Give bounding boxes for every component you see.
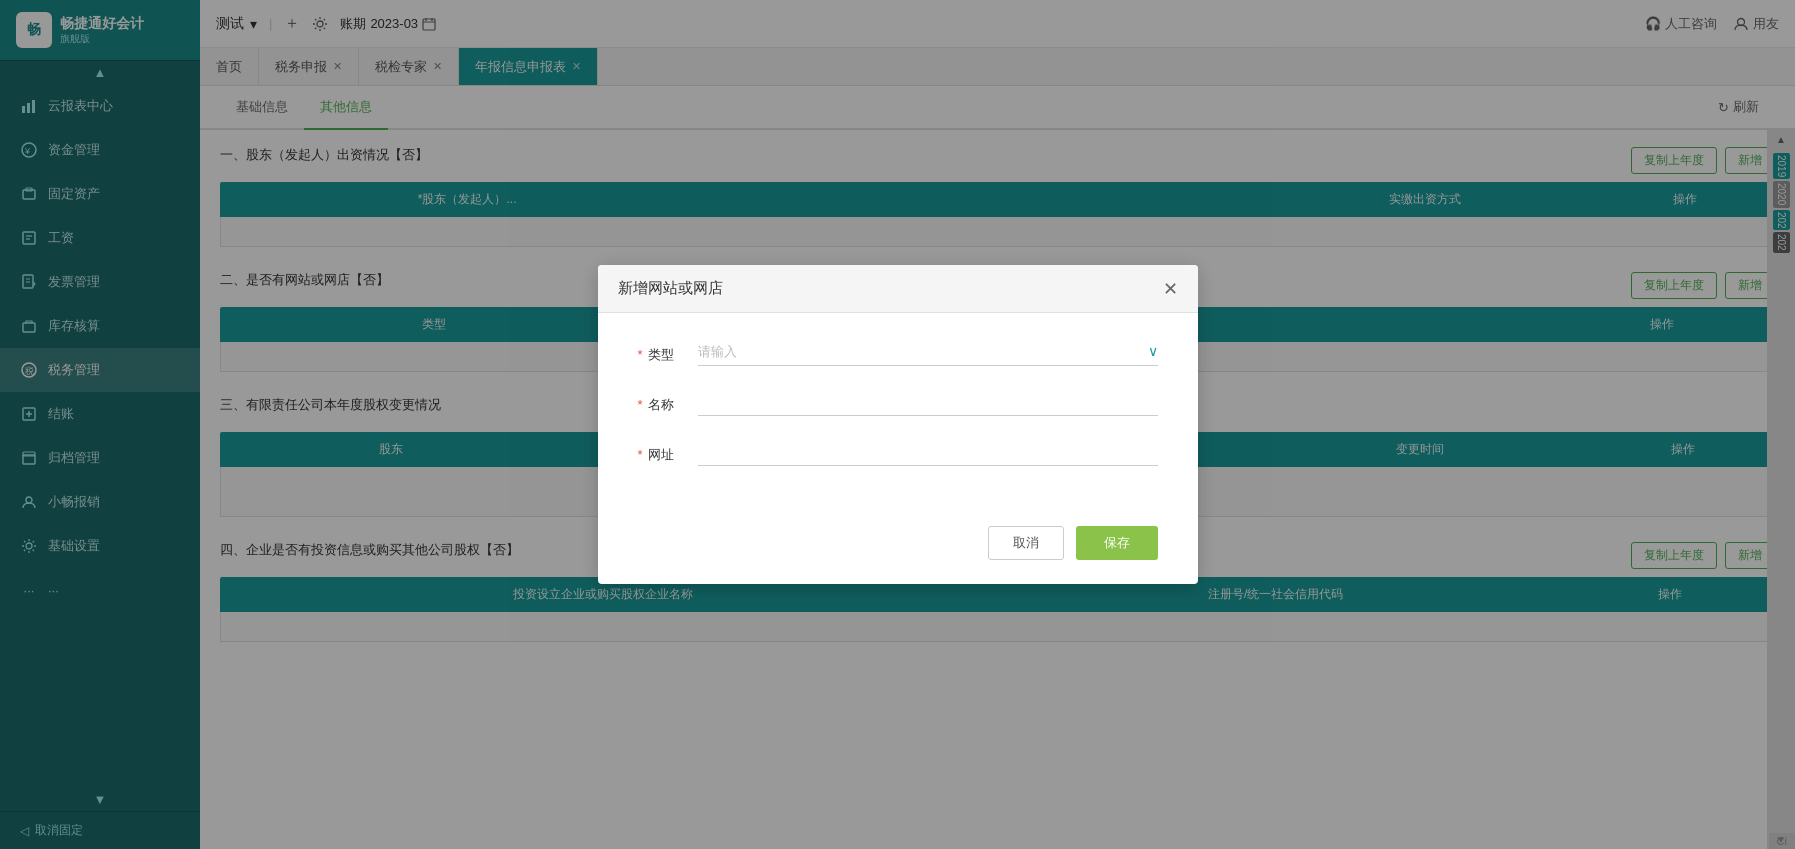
form-label-url: * 网址	[638, 446, 698, 464]
cancel-button[interactable]: 取消	[988, 526, 1064, 560]
dialog-footer: 取消 保存	[598, 514, 1198, 584]
label-text-url: 网址	[648, 447, 674, 462]
save-button[interactable]: 保存	[1076, 526, 1158, 560]
form-field-type: * 类型 ∨	[638, 343, 1158, 366]
required-star-type: *	[638, 347, 643, 362]
url-input[interactable]	[698, 444, 1158, 459]
form-label-type: * 类型	[638, 346, 698, 364]
label-text-type: 类型	[648, 347, 674, 362]
form-input-wrap-url	[698, 444, 1158, 466]
dialog-title: 新增网站或网店	[618, 279, 723, 298]
dialog-overlay[interactable]: 新增网站或网店 ✕ * 类型 ∨ * 名称	[0, 0, 1795, 849]
label-text-name: 名称	[648, 397, 674, 412]
required-star-name: *	[638, 397, 643, 412]
dialog-body: * 类型 ∨ * 名称 *	[598, 313, 1198, 514]
form-input-wrap-name	[698, 394, 1158, 416]
type-dropdown-icon[interactable]: ∨	[1148, 343, 1158, 359]
type-input[interactable]	[698, 344, 1148, 359]
name-input[interactable]	[698, 394, 1158, 409]
dialog-header: 新增网站或网店 ✕	[598, 265, 1198, 313]
form-field-name: * 名称	[638, 394, 1158, 416]
required-star-url: *	[638, 447, 643, 462]
form-field-url: * 网址	[638, 444, 1158, 466]
add-website-dialog: 新增网站或网店 ✕ * 类型 ∨ * 名称	[598, 265, 1198, 584]
form-input-wrap-type: ∨	[698, 343, 1158, 366]
form-label-name: * 名称	[638, 396, 698, 414]
dialog-close-button[interactable]: ✕	[1163, 280, 1178, 298]
